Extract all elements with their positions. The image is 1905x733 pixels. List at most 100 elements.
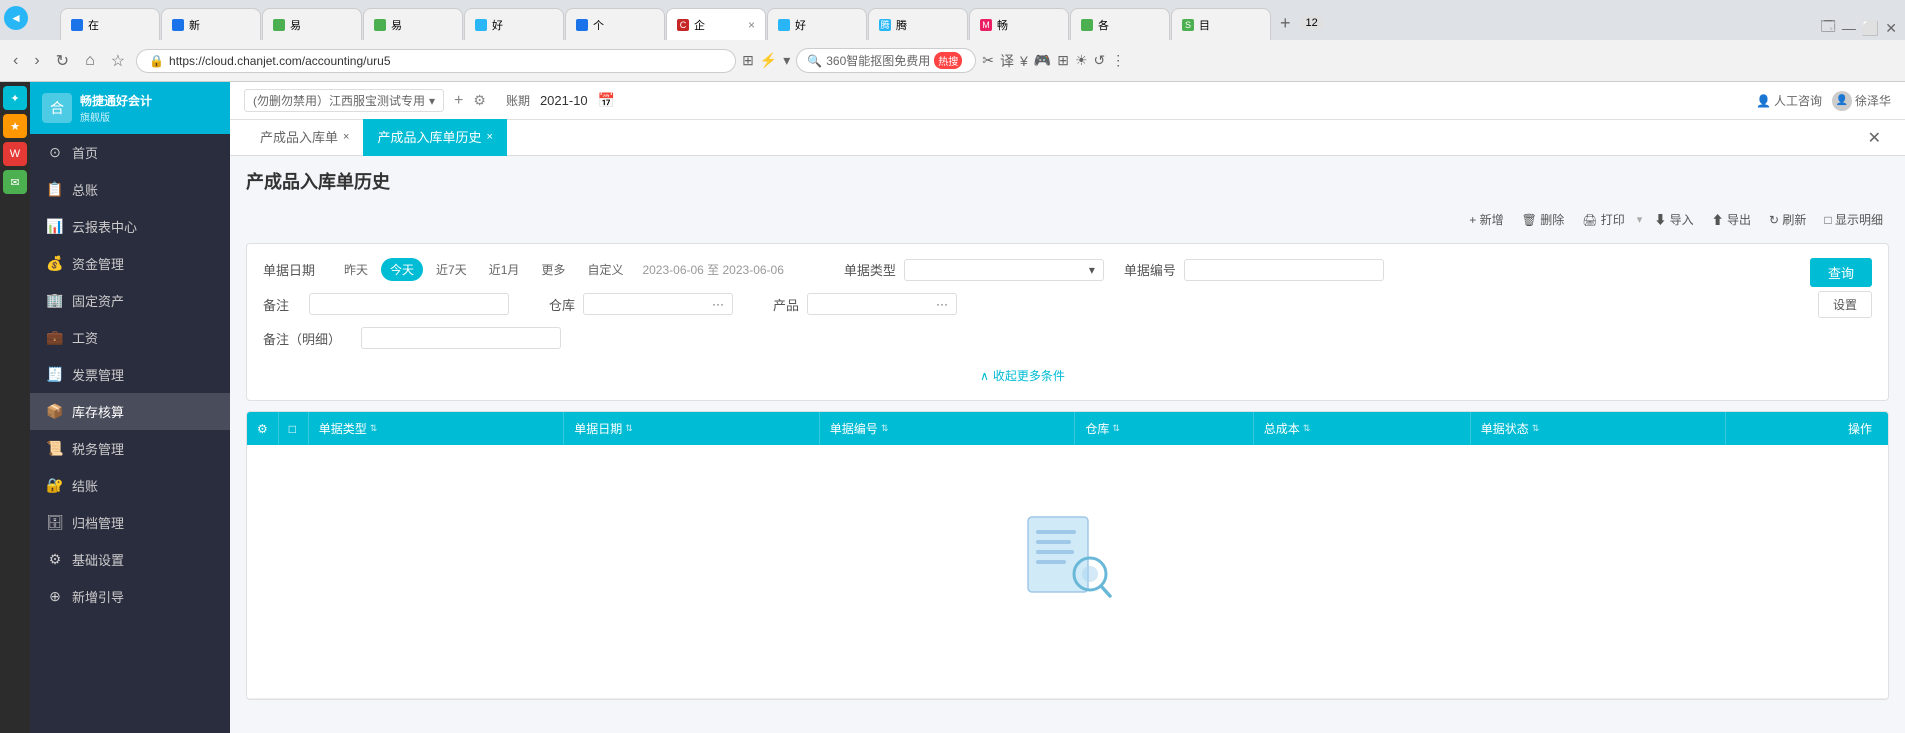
tab-9[interactable]: 腾 腾	[868, 8, 968, 40]
tab-2-label: 新	[189, 17, 250, 33]
sidebar-item-fund[interactable]: 💰 资金管理	[30, 245, 230, 282]
date-btn-custom[interactable]: 自定义	[578, 258, 632, 281]
sidebar-item-general[interactable]: 📋 总账	[30, 171, 230, 208]
page-tab-list-close[interactable]: ×	[343, 131, 349, 143]
rmb-icon[interactable]: ¥	[1020, 53, 1028, 69]
app-icon-chanjet[interactable]: ✦	[3, 86, 27, 110]
app-icon-yellow[interactable]: ★	[3, 114, 27, 138]
tab-8[interactable]: 好	[767, 8, 867, 40]
date-btn-7days[interactable]: 近7天	[427, 258, 476, 281]
address-input[interactable]: 🔒 https://cloud.chanjet.com/accounting/u…	[136, 49, 736, 73]
forward-button[interactable]: ›	[29, 49, 44, 73]
delete-button[interactable]: 🗑 删除	[1516, 208, 1571, 231]
translate-icon[interactable]: 译	[1000, 51, 1014, 71]
print-dropdown[interactable]: ▾	[1637, 213, 1643, 226]
maximize-icon[interactable]: ⬜	[1862, 20, 1879, 37]
tab-1[interactable]: 在	[60, 8, 160, 40]
sidebar-item-invoice[interactable]: 🧾 发票管理	[30, 356, 230, 393]
export-button[interactable]: ⬆ 导出	[1706, 208, 1757, 231]
tab-11[interactable]: 各	[1070, 8, 1170, 40]
dropdown-icon[interactable]: ▾	[783, 52, 790, 69]
sidebar-item-archive[interactable]: 🗄 归档管理	[30, 504, 230, 541]
th-status[interactable]: 单据状态 ⇅	[1470, 412, 1726, 445]
new-tab-button[interactable]: +	[1272, 9, 1299, 38]
query-button[interactable]: 查询	[1810, 258, 1872, 287]
tab-10[interactable]: M 畅	[969, 8, 1069, 40]
notes-filter-input[interactable]	[309, 293, 509, 315]
minimize-icon[interactable]: —	[1842, 20, 1856, 36]
tab-6[interactable]: 个	[565, 8, 665, 40]
settings-company-icon[interactable]: ⚙	[473, 92, 486, 109]
sidebar-item-basic[interactable]: ⚙ 基础设置	[30, 541, 230, 578]
detail-notes-input[interactable]	[361, 327, 561, 349]
sidebar-item-checkout[interactable]: 🔐 结账	[30, 467, 230, 504]
consult-button[interactable]: 👤 人工咨询	[1756, 92, 1822, 109]
add-button[interactable]: + 新增	[1463, 208, 1509, 231]
game-icon[interactable]: 🎮	[1034, 52, 1051, 69]
lightning-icon[interactable]: ⚡	[760, 52, 777, 69]
sync-icon[interactable]: ↺	[1094, 52, 1106, 69]
reload-button[interactable]: ↻	[51, 48, 74, 74]
page-tab-history-close[interactable]: ×	[486, 131, 492, 143]
scissors-icon[interactable]: ✂	[982, 52, 994, 69]
user-avatar: 👤	[1832, 91, 1852, 111]
checkbox-all[interactable]: □	[289, 422, 296, 436]
panel-close-icon[interactable]: ✕	[1860, 128, 1889, 148]
company-select[interactable]: (勿删勿禁用）江西服宝测试专用 ▾	[244, 89, 444, 112]
menu-icon[interactable]: ⋮	[1111, 52, 1125, 69]
display-button[interactable]: □ 显示明细	[1818, 208, 1889, 231]
theme-icon[interactable]: ☀	[1075, 52, 1088, 69]
sidebar-item-salary[interactable]: 💼 工资	[30, 319, 230, 356]
th-warehouse[interactable]: 仓库 ⇅	[1075, 412, 1253, 445]
tab-2[interactable]: 新	[161, 8, 261, 40]
warehouse-filter-select[interactable]: ···	[583, 293, 733, 315]
company-name: (勿删勿禁用）江西服宝测试专用	[253, 92, 425, 109]
app-icon-green[interactable]: ✉	[3, 170, 27, 194]
sidebar-item-tax[interactable]: 📜 税务管理	[30, 430, 230, 467]
home-button[interactable]: ⌂	[80, 49, 100, 73]
tab-4[interactable]: 易	[363, 8, 463, 40]
import-button[interactable]: ⬇ 导入	[1648, 208, 1699, 231]
date-btn-today[interactable]: 今天	[381, 258, 423, 281]
calendar-icon[interactable]: 📅	[598, 92, 615, 109]
th-cost[interactable]: 总成本 ⇅	[1253, 412, 1470, 445]
extensions-icon[interactable]: ⊞	[742, 52, 754, 69]
restore-icon[interactable]: 🗔	[1821, 16, 1836, 40]
number-filter-input[interactable]	[1184, 259, 1384, 281]
grid-icon[interactable]: ⊞	[1057, 52, 1069, 69]
th-type[interactable]: 单据类型 ⇅	[308, 412, 564, 445]
bookmark-button[interactable]: ☆	[106, 48, 130, 74]
search-box[interactable]: 🔍 360智能抠图免费用 热搜	[796, 48, 976, 73]
date-btn-more[interactable]: 更多	[532, 258, 574, 281]
tab-7[interactable]: C 企 ×	[666, 8, 766, 40]
user-info[interactable]: 👤 徐泽华	[1832, 91, 1891, 111]
tab-3[interactable]: 易	[262, 8, 362, 40]
back-button[interactable]: ‹	[8, 49, 23, 73]
type-filter-select[interactable]: ▾	[904, 259, 1104, 281]
th-gear[interactable]: ⚙	[247, 412, 278, 445]
detail-notes-label: 备注（明细）	[263, 329, 341, 348]
sidebar-item-inventory[interactable]: 📦 库存核算	[30, 393, 230, 430]
sidebar-item-home[interactable]: ⊙ 首页	[30, 134, 230, 171]
tab-5[interactable]: 好	[464, 8, 564, 40]
sidebar-item-fixed[interactable]: 🏢 固定资产	[30, 282, 230, 319]
tab-7-close-icon[interactable]: ×	[748, 18, 755, 32]
th-date[interactable]: 单据日期 ⇅	[564, 412, 820, 445]
th-number[interactable]: 单据编号 ⇅	[819, 412, 1075, 445]
product-filter-select[interactable]: ···	[807, 293, 957, 315]
date-btn-yesterday[interactable]: 昨天	[335, 258, 377, 281]
add-company-icon[interactable]: +	[454, 92, 463, 110]
print-button[interactable]: 🖨 打印	[1576, 208, 1631, 231]
page-tab-history[interactable]: 产成品入库单历史 ×	[363, 119, 506, 156]
collapse-button[interactable]: ∧ 收起更多条件	[263, 361, 1782, 386]
th-check[interactable]: □	[278, 412, 308, 445]
close-browser-icon[interactable]: ✕	[1885, 20, 1897, 37]
date-btn-1month[interactable]: 近1月	[480, 258, 529, 281]
refresh-button[interactable]: ↻ 刷新	[1763, 208, 1812, 231]
tab-12[interactable]: S 目	[1171, 8, 1271, 40]
page-tab-list[interactable]: 产成品入库单 ×	[246, 119, 363, 156]
app-icon-red[interactable]: W	[3, 142, 27, 166]
sidebar-item-report[interactable]: 📊 云报表中心	[30, 208, 230, 245]
filter-settings-button[interactable]: 设置	[1818, 291, 1872, 318]
sidebar-item-new-guide[interactable]: ⊕ 新增引导	[30, 578, 230, 615]
